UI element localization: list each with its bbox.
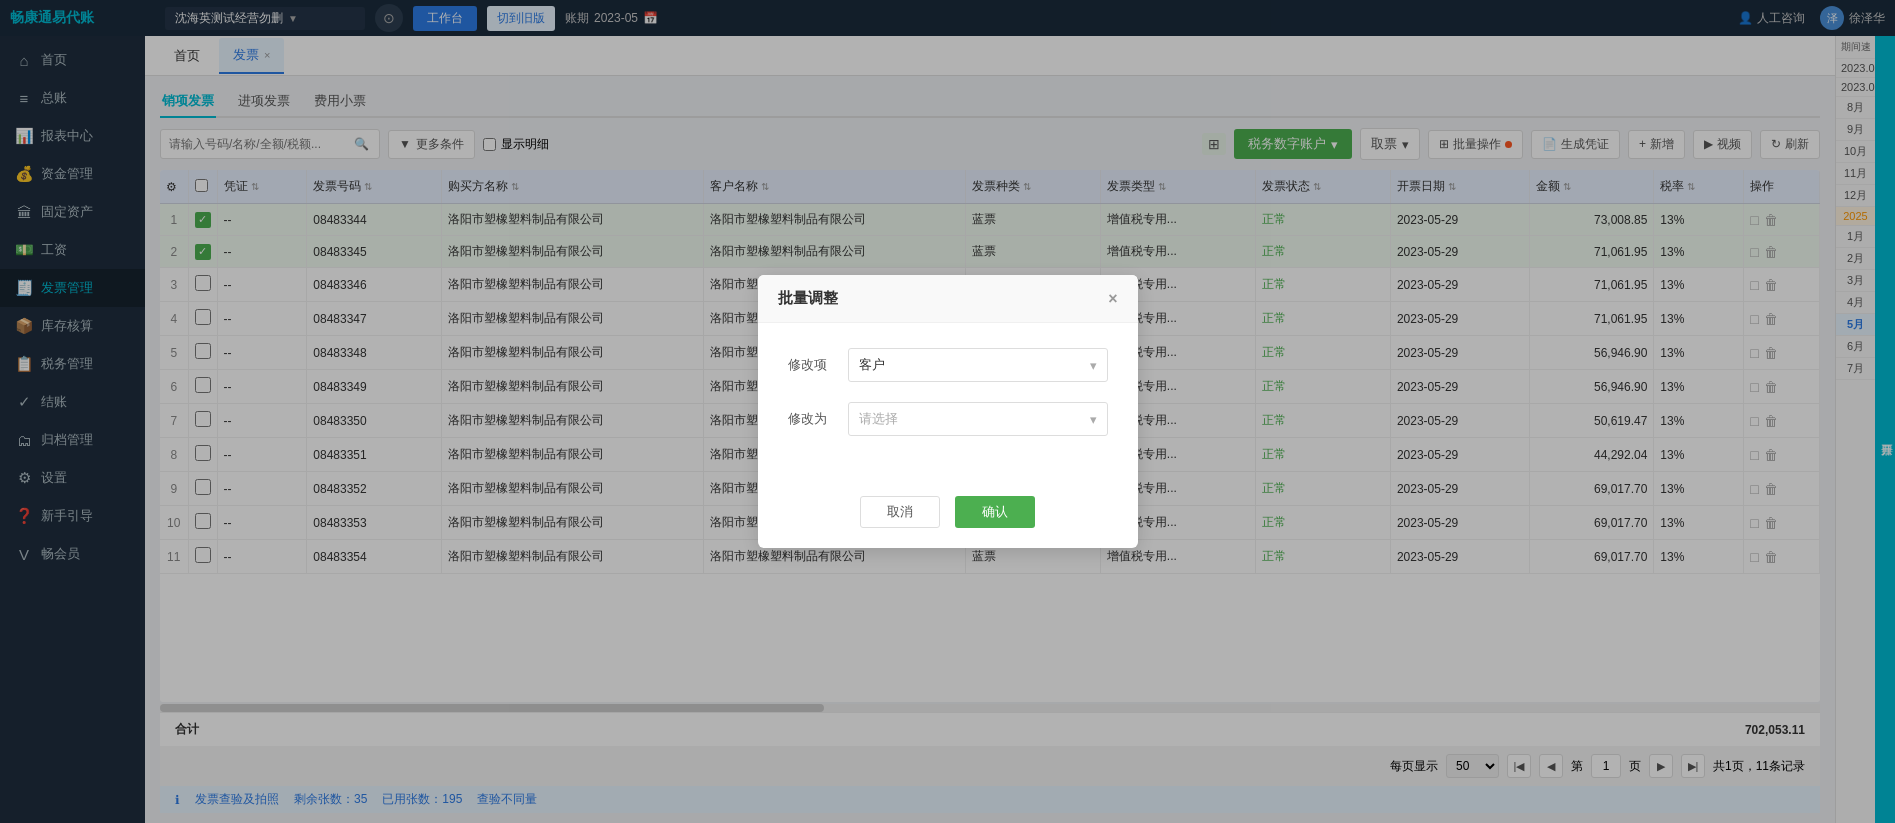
modal-body: 修改项 客户 ▾ 修改为 请选择 ▾ [758,323,1138,481]
modal-confirm-button[interactable]: 确认 [955,496,1035,528]
modal-overlay[interactable]: 批量调整 × 修改项 客户 ▾ 修改为 请选择 ▾ 取消 确认 [0,0,1895,823]
modal-title: 批量调整 [778,289,838,308]
modal-field-arrow: ▾ [1090,358,1097,373]
modal-close-button[interactable]: × [1108,290,1117,308]
modal-target-row: 修改为 请选择 ▾ [788,402,1108,436]
modal-field-label: 修改项 [788,356,833,374]
modal-target-select[interactable]: 请选择 ▾ [848,402,1108,436]
modal-target-label: 修改为 [788,410,833,428]
modal-header: 批量调整 × [758,275,1138,323]
modal-cancel-button[interactable]: 取消 [860,496,940,528]
modal-field-select[interactable]: 客户 ▾ [848,348,1108,382]
modal-field-value: 客户 [859,356,885,374]
modal-field-row: 修改项 客户 ▾ [788,348,1108,382]
batch-adjust-modal: 批量调整 × 修改项 客户 ▾ 修改为 请选择 ▾ 取消 确认 [758,275,1138,548]
modal-target-placeholder: 请选择 [859,410,898,428]
modal-target-arrow: ▾ [1090,412,1097,427]
modal-footer: 取消 确认 [758,481,1138,548]
